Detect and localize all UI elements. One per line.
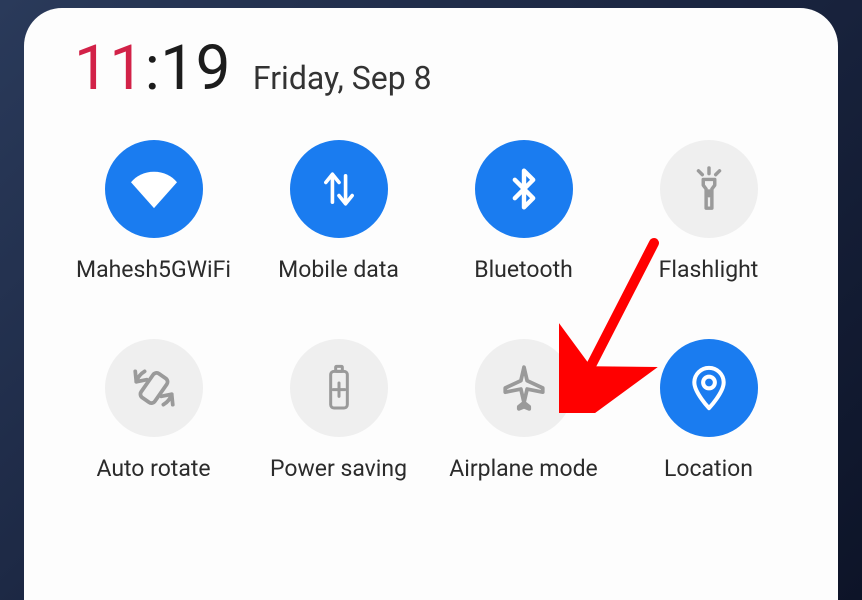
power-saving-icon: [290, 339, 388, 437]
clock-hour: 11: [74, 32, 145, 105]
mobile-data-icon: [290, 140, 388, 238]
tile-mobile-data[interactable]: Mobile data: [251, 140, 426, 283]
tile-flashlight[interactable]: Flashlight: [621, 140, 796, 283]
tile-label-airplane-mode: Airplane mode: [449, 455, 597, 482]
tile-airplane-mode[interactable]: Airplane mode: [436, 339, 611, 482]
tile-power-saving[interactable]: Power saving: [251, 339, 426, 482]
tile-label-auto-rotate: Auto rotate: [96, 455, 210, 482]
airplane-icon: [475, 339, 573, 437]
wifi-icon: [105, 140, 203, 238]
tile-label-power-saving: Power saving: [270, 455, 407, 482]
bluetooth-icon: [475, 140, 573, 238]
quick-settings-panel: 11:19 Friday, Sep 8 Mahesh5GWiFi Mobile …: [24, 8, 838, 600]
clock: 11:19: [74, 38, 231, 100]
tile-wifi[interactable]: Mahesh5GWiFi: [66, 140, 241, 283]
tile-bluetooth[interactable]: Bluetooth: [436, 140, 611, 283]
tile-label-flashlight: Flashlight: [659, 256, 759, 283]
clock-minute: 19: [160, 32, 231, 105]
tile-label-wifi: Mahesh5GWiFi: [76, 256, 231, 283]
tile-auto-rotate[interactable]: Auto rotate: [66, 339, 241, 482]
location-icon: [660, 339, 758, 437]
status-header: 11:19 Friday, Sep 8: [66, 38, 796, 100]
tile-label-mobile-data: Mobile data: [278, 256, 399, 283]
tile-label-bluetooth: Bluetooth: [474, 256, 573, 283]
quick-settings-grid: Mahesh5GWiFi Mobile data Bluetooth: [66, 140, 796, 482]
clock-separator: :: [145, 32, 161, 105]
date-label: Friday, Sep 8: [253, 59, 432, 97]
auto-rotate-icon: [105, 339, 203, 437]
tile-location[interactable]: Location: [621, 339, 796, 482]
flashlight-icon: [660, 140, 758, 238]
tile-label-location: Location: [664, 455, 753, 482]
